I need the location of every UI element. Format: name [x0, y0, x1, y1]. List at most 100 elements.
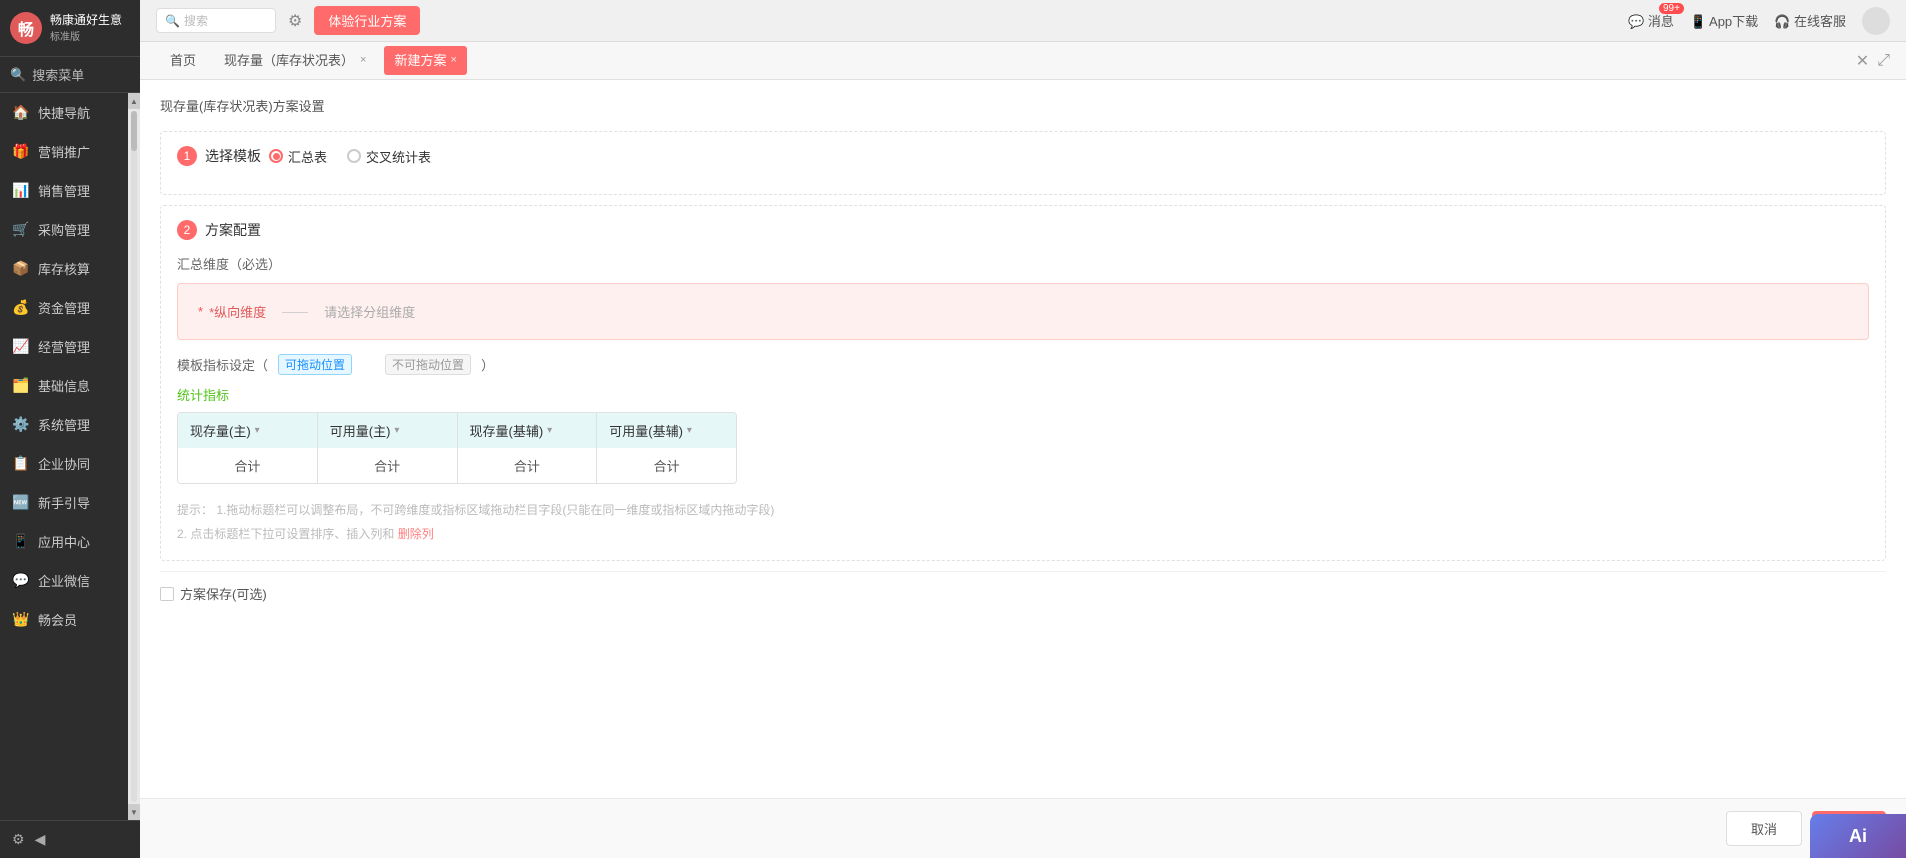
- stats-header: 现存量(主) ▾ 可用量(主) ▾ 现存量(基辅) ▾: [178, 413, 736, 448]
- sidebar-item-purchase[interactable]: 🛒 采购管理: [0, 210, 128, 249]
- tab-expand-icon[interactable]: ⤢: [1877, 52, 1890, 70]
- vertical-dim-label: *纵向维度: [209, 302, 266, 321]
- radio-summary[interactable]: 汇总表: [269, 147, 327, 166]
- sidebar-item-new-guide[interactable]: 🆕 新手引导: [0, 483, 128, 522]
- topbar-search-box[interactable]: 🔍 搜索: [156, 8, 276, 33]
- trending-icon: 📈: [12, 338, 30, 356]
- col-1-chevron[interactable]: ▾: [394, 425, 399, 436]
- chart-icon: 📊: [12, 182, 30, 200]
- search-icon: 🔍: [10, 67, 26, 83]
- app-download-link[interactable]: 📱 App下载: [1690, 11, 1758, 30]
- stats-title: 统计指标: [177, 385, 1869, 404]
- tab-new-close[interactable]: ×: [450, 54, 456, 66]
- message-label: 消息: [1648, 14, 1674, 29]
- sidebar-item-label: 企业协同: [38, 454, 90, 473]
- indicators-label-text: 模板指标设定（: [177, 355, 268, 374]
- sidebar-item-finance[interactable]: 💰 资金管理: [0, 288, 128, 327]
- user-avatar[interactable]: [1862, 7, 1890, 35]
- sidebar: 畅 畅康通好生意 标准版 🔍 搜索菜单 🏠 快捷导航 🎁 营销推广 📊 销售管理: [0, 0, 140, 858]
- sidebar-item-label: 资金管理: [38, 298, 90, 317]
- radio-crosstab-circle[interactable]: [347, 149, 361, 163]
- save-row: 方案保存(可选): [160, 571, 1886, 615]
- sidebar-item-inventory[interactable]: 📦 库存核算: [0, 249, 128, 288]
- mobile-icon: 📱: [12, 533, 30, 551]
- sidebar-item-label: 新手引导: [38, 493, 90, 512]
- radio-crosstab[interactable]: 交叉统计表: [347, 147, 431, 166]
- sidebar-item-app-center[interactable]: 📱 应用中心: [0, 522, 128, 561]
- tab-inventory-close[interactable]: ×: [360, 54, 366, 66]
- sidebar-item-label: 快捷导航: [38, 103, 90, 122]
- cancel-button[interactable]: 取消: [1726, 811, 1802, 846]
- app-logo: 畅 畅康通好生意 标准版: [0, 0, 140, 57]
- scroll-down-btn[interactable]: ▼: [128, 804, 140, 820]
- sidebar-item-label: 应用中心: [38, 532, 90, 551]
- sidebar-item-quick-nav[interactable]: 🏠 快捷导航: [0, 93, 128, 132]
- stats-cell-1: 合计: [318, 448, 458, 483]
- sidebar-item-marketing[interactable]: 🎁 营销推广: [0, 132, 128, 171]
- industry-btn[interactable]: 体验行业方案: [314, 6, 420, 35]
- tip2-row: 2. 点击标题栏下拉可设置排序、插入列和 删除列: [177, 522, 1869, 546]
- summary-dim-label: 汇总维度（必选）: [177, 254, 1869, 273]
- tab-inventory[interactable]: 现存量（库存状况表） ×: [210, 42, 380, 79]
- app-name: 畅康通好生意: [50, 13, 122, 29]
- app-download-label: App下载: [1709, 14, 1758, 29]
- settings-icon[interactable]: ⚙: [12, 831, 25, 848]
- sidebar-item-label: 库存核算: [38, 259, 90, 278]
- sidebar-search[interactable]: 🔍 搜索菜单: [0, 57, 140, 93]
- stats-col-0-label: 现存量(主): [190, 421, 251, 440]
- dim-placeholder[interactable]: 请选择分组维度: [324, 302, 415, 321]
- tips-title-text: 提示：: [177, 503, 213, 517]
- tab-home[interactable]: 首页: [156, 42, 210, 79]
- sidebar-item-wechat[interactable]: 💬 企业微信: [0, 561, 128, 600]
- tab-new-plan[interactable]: 新建方案 ×: [384, 46, 466, 75]
- section-1: 1 选择模板 汇总表 交叉统计表: [160, 131, 1886, 195]
- tab-home-label: 首页: [170, 50, 196, 69]
- vertical-dim-row: * *纵向维度 —— 请选择分组维度: [177, 283, 1869, 340]
- topbar-gear-icon[interactable]: ⚙: [288, 11, 302, 31]
- scroll-up-btn[interactable]: ▲: [128, 93, 140, 109]
- sidebar-scrollbar[interactable]: ▲ ▼: [128, 93, 140, 820]
- sidebar-item-system[interactable]: ⚙️ 系统管理: [0, 405, 128, 444]
- sidebar-item-label: 企业微信: [38, 571, 90, 590]
- sidebar-item-label: 畅会员: [38, 610, 77, 629]
- col-2-chevron[interactable]: ▾: [547, 425, 552, 436]
- stats-cell-0: 合计: [178, 448, 318, 483]
- col-0-chevron[interactable]: ▾: [255, 425, 260, 436]
- headset-icon: 🎧: [1774, 14, 1790, 29]
- stats-col-0: 现存量(主) ▾: [178, 413, 318, 448]
- indicators-label-row: 模板指标设定（ 可拖动位置 不可拖动位置 ）: [177, 354, 1869, 375]
- save-checkbox[interactable]: [160, 587, 174, 601]
- message-icon: 💬: [1628, 14, 1644, 29]
- sidebar-item-vip[interactable]: 👑 畅会员: [0, 600, 128, 639]
- online-service-link[interactable]: 🎧 在线客服: [1774, 11, 1846, 30]
- section-2: 2 方案配置 汇总维度（必选） * *纵向维度 —— 请选择分组维度 模板指标设…: [160, 205, 1886, 561]
- stats-cell-2: 合计: [458, 448, 598, 483]
- sidebar-item-label: 系统管理: [38, 415, 90, 434]
- ai-float-button[interactable]: Ai: [1810, 814, 1906, 858]
- gift-icon: 🎁: [12, 143, 30, 161]
- scroll-thumb[interactable]: [131, 111, 137, 151]
- col-3-chevron[interactable]: ▾: [687, 425, 692, 436]
- tips-section: 提示： 1.拖动标题栏可以调整布局，不可跨维度或指标区域拖动栏目字段(只能在同一…: [177, 498, 1869, 546]
- sidebar-item-label: 基础信息: [38, 376, 90, 395]
- sidebar-item-operations[interactable]: 📈 经营管理: [0, 327, 128, 366]
- radio-summary-circle[interactable]: [269, 149, 283, 163]
- tip-title: 提示： 1.拖动标题栏可以调整布局，不可跨维度或指标区域拖动栏目字段(只能在同一…: [177, 498, 1869, 522]
- sidebar-item-sales[interactable]: 📊 销售管理: [0, 171, 128, 210]
- search-label: 搜索菜单: [32, 65, 84, 84]
- online-service-label: 在线客服: [1794, 14, 1846, 29]
- radio-crosstab-label: 交叉统计表: [366, 147, 431, 166]
- logo-icon: 畅: [10, 12, 42, 44]
- tip2-highlight: 删除列: [398, 527, 434, 541]
- topbar-actions: 💬 消息 99+ 📱 App下载 🎧 在线客服: [1628, 7, 1890, 35]
- sidebar-item-basic-info[interactable]: 🗂️ 基础信息: [0, 366, 128, 405]
- section-1-title: 1 选择模板 汇总表 交叉统计表: [177, 146, 1869, 166]
- download-icon: 📱: [1690, 14, 1706, 29]
- message-badge[interactable]: 💬 消息 99+: [1628, 11, 1674, 30]
- indicators-sep: [362, 355, 375, 374]
- collapse-sidebar-icon[interactable]: ◀: [35, 831, 46, 848]
- sidebar-item-enterprise[interactable]: 📋 企业协同: [0, 444, 128, 483]
- stats-body: 合计 合计 合计 合计: [178, 448, 736, 483]
- tab-collapse-icon[interactable]: ✕: [1856, 51, 1869, 71]
- scroll-track[interactable]: [131, 111, 137, 802]
